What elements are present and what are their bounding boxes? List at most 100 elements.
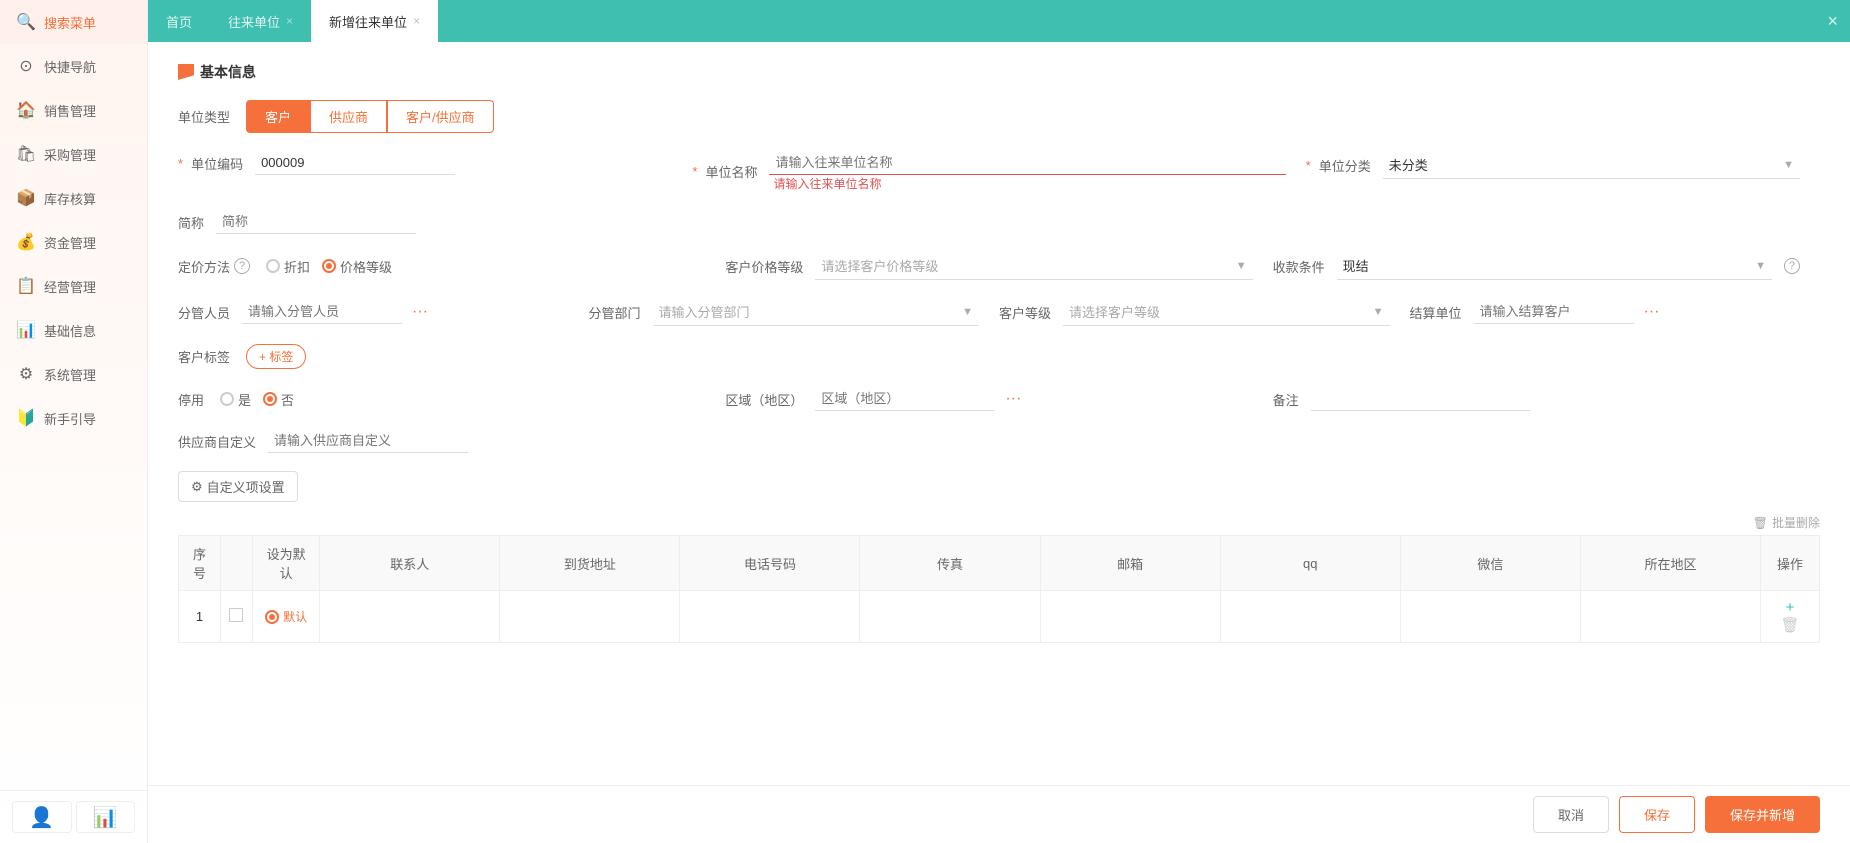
sidebar-item-system[interactable]: ⚙ 系统管理 — [0, 352, 147, 396]
col-address: 到货地址 — [500, 536, 680, 591]
custom-settings-btn[interactable]: ⚙ 自定义项设置 — [178, 471, 298, 502]
row-wechat[interactable] — [1400, 591, 1580, 643]
sidebar-item-quick-nav[interactable]: ⊙ 快捷导航 — [0, 44, 147, 88]
contact-input[interactable] — [328, 609, 491, 624]
form-row-unit-type: 单位类型 客户 供应商 客户/供应商 — [178, 100, 1820, 133]
row-checkbox[interactable] — [229, 608, 243, 622]
region-input[interactable] — [815, 387, 995, 411]
address-input[interactable] — [508, 609, 671, 624]
type-btn-both[interactable]: 客户/供应商 — [387, 100, 494, 133]
tab-new-partner[interactable]: 新增往来单位 × — [311, 0, 438, 42]
tab-new-partner-close[interactable]: × — [413, 14, 420, 28]
field-unit-category: * 单位分类 未分类 ▼ — [1306, 151, 1820, 179]
tab-partners[interactable]: 往来单位 × — [210, 0, 311, 42]
type-btn-supplier[interactable]: 供应商 — [310, 100, 387, 133]
tab-partners-close[interactable]: × — [286, 14, 293, 28]
qq-input[interactable] — [1229, 609, 1392, 624]
pricing-label-group: 定价方法 ? — [178, 257, 250, 276]
cancel-button[interactable]: 取消 — [1533, 796, 1609, 833]
row-qq[interactable] — [1220, 591, 1400, 643]
customer-level-select[interactable]: 请选择客户等级 ▼ — [1063, 298, 1389, 326]
field-pricing: 定价方法 ? 折扣 价格等级 — [178, 257, 725, 276]
region-label: 区域（地区） — [725, 390, 803, 409]
row-index: 1 — [179, 591, 221, 643]
row-fax[interactable] — [860, 591, 1040, 643]
save-button[interactable]: 保存 — [1619, 796, 1695, 833]
type-btn-customer[interactable]: 客户 — [246, 100, 310, 133]
section-title-basic: 基本信息 — [178, 62, 1820, 82]
row-delete-icon[interactable]: 🗑 — [1780, 617, 1799, 634]
customer-level-label: 客户等级 — [999, 303, 1051, 322]
pricing-level[interactable]: 价格等级 — [322, 257, 392, 276]
sidebar-item-search[interactable]: 🔍 搜索菜单 — [0, 0, 147, 44]
add-tag-btn[interactable]: + 标签 — [246, 344, 306, 369]
unit-category-select[interactable]: 未分类 ▼ — [1383, 151, 1800, 179]
save-new-button[interactable]: 保存并新增 — [1705, 796, 1820, 833]
row-actions: + 🗑 — [1760, 591, 1819, 643]
sidebar-item-basic[interactable]: 📊 基础信息 — [0, 308, 147, 352]
sidebar-item-inventory[interactable]: 📦 库存核算 — [0, 176, 147, 220]
form-row-tags: 客户标签 + 标签 — [178, 344, 1820, 369]
phone-input[interactable] — [688, 609, 851, 624]
settlement-input[interactable] — [1474, 300, 1634, 324]
sidebar-stats-btn[interactable]: 📊 — [76, 801, 136, 833]
customer-price-select[interactable]: 请选择客户价格等级 ▼ — [815, 252, 1252, 280]
pricing-discount-radio[interactable] — [266, 259, 280, 273]
row-add-icon[interactable]: + — [1786, 599, 1795, 616]
col-action: 操作 — [1760, 536, 1819, 591]
row-email[interactable] — [1040, 591, 1220, 643]
pricing-level-radio[interactable] — [322, 259, 336, 273]
fax-input[interactable] — [868, 609, 1031, 624]
note-input[interactable] — [1311, 387, 1531, 411]
region-more-btn[interactable]: ··· — [1001, 390, 1025, 408]
short-name-input[interactable] — [216, 210, 416, 234]
sidebar-item-purchase[interactable]: 🛍 采购管理 — [0, 132, 147, 176]
row-phone[interactable] — [680, 591, 860, 643]
supplier-custom-input[interactable] — [268, 429, 468, 453]
customer-price-chevron: ▼ — [1236, 260, 1247, 272]
sidebar-user-btn[interactable]: 👤 — [12, 801, 72, 833]
sidebar-item-finance[interactable]: 💰 资金管理 — [0, 220, 147, 264]
settlement-more-btn[interactable]: ··· — [1640, 303, 1664, 321]
manager-more-btn[interactable]: ··· — [408, 303, 432, 321]
payment-terms-select[interactable]: 现结 ▼ — [1337, 252, 1772, 280]
disabled-no-radio[interactable] — [263, 392, 277, 406]
wechat-input[interactable] — [1409, 609, 1572, 624]
field-unit-type: 单位类型 客户 供应商 客户/供应商 — [178, 100, 524, 133]
manager-label: 分管人员 — [178, 303, 230, 322]
col-location: 所在地区 — [1580, 536, 1760, 591]
contacts-table: 序号 设为默认 联系人 到货地址 电话号码 传真 邮箱 qq 微信 所在地区 操… — [178, 535, 1820, 643]
row-default-radio-item[interactable]: 默认 — [261, 608, 311, 625]
row-contact[interactable] — [320, 591, 500, 643]
payment-terms-help-icon[interactable]: ? — [1784, 258, 1800, 274]
sidebar-item-guide[interactable]: 🔰 新手引导 — [0, 396, 147, 440]
sidebar-item-sales[interactable]: 🏠 销售管理 — [0, 88, 147, 132]
table-row: 1 默认 — [179, 591, 1820, 643]
field-customer-level: 客户等级 请选择客户等级 ▼ — [999, 298, 1410, 326]
pricing-help-icon[interactable]: ? — [234, 258, 250, 274]
batch-delete-btn[interactable]: 🗑 批量删除 — [1753, 514, 1820, 531]
location-input[interactable] — [1589, 609, 1752, 624]
close-all-tabs[interactable]: × — [1827, 11, 1838, 32]
tab-home[interactable]: 首页 — [148, 0, 210, 42]
pricing-discount[interactable]: 折扣 — [266, 257, 310, 276]
email-input[interactable] — [1049, 609, 1212, 624]
sidebar-item-operations[interactable]: 📋 经营管理 — [0, 264, 147, 308]
disabled-yes-radio[interactable] — [220, 392, 234, 406]
field-payment-terms: 收款条件 现结 ▼ ? — [1273, 252, 1820, 280]
disabled-yes[interactable]: 是 — [220, 390, 251, 409]
batch-delete-icon: 🗑 — [1753, 516, 1768, 530]
disabled-no[interactable]: 否 — [263, 390, 294, 409]
field-short-name: 简称 — [178, 210, 1820, 234]
unit-name-error: 请输入往来单位名称 — [773, 175, 1285, 192]
manager-input[interactable] — [242, 300, 402, 324]
department-placeholder: 请输入分管部门 — [659, 302, 963, 321]
unit-name-input[interactable] — [769, 151, 1285, 175]
unit-code-input[interactable] — [255, 151, 455, 175]
department-select[interactable]: 请输入分管部门 ▼ — [653, 298, 979, 326]
row-default-radio[interactable] — [265, 610, 279, 624]
col-contact: 联系人 — [320, 536, 500, 591]
row-location[interactable] — [1580, 591, 1760, 643]
row-address[interactable] — [500, 591, 680, 643]
settings-gear-icon: ⚙ — [191, 479, 203, 495]
